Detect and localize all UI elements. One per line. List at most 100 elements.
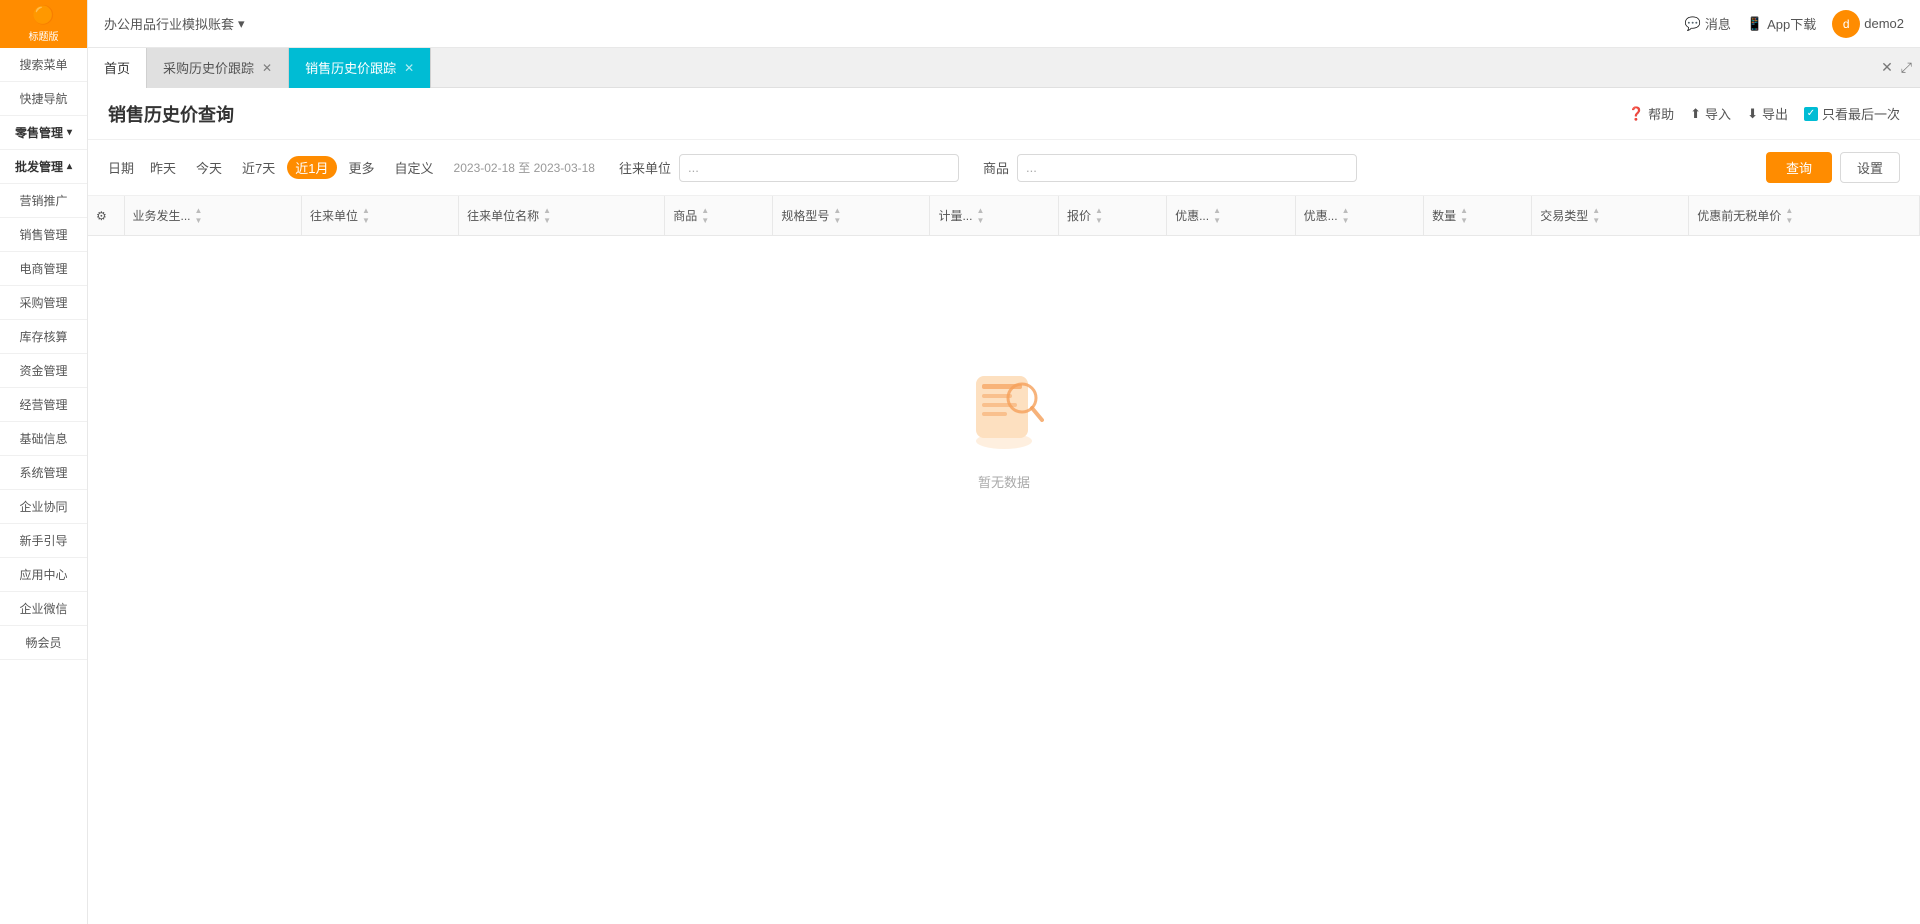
dropdown-icon: ▾ (238, 16, 245, 32)
tab-purchase-label: 采购历史价跟踪 (163, 58, 254, 77)
export-icon: ⬇ (1747, 106, 1758, 122)
customer-filter: 往来单位 ... (619, 154, 959, 182)
sidebar-item-basic-info[interactable]: 基础信息 (0, 422, 87, 456)
sidebar-item-wechat[interactable]: 企业微信 (0, 592, 87, 626)
sort-icon[interactable]: ▲▼ (1213, 206, 1221, 225)
sort-icon[interactable]: ▲▼ (195, 206, 203, 225)
tab-home-label: 首页 (104, 58, 130, 77)
col-pretax-price: 优惠前无税单价 ▲▼ (1689, 196, 1920, 236)
filter-row-1: 日期 昨天 今天 近7天 近1月 更多 自定义 2023-02-18 至 202… (108, 152, 1900, 183)
maximize-button[interactable]: ⤢ (1901, 59, 1912, 76)
header-left: 办公用品行业模拟账套 ▾ (104, 14, 245, 33)
sidebar-item-system[interactable]: 系统管理 (0, 456, 87, 490)
product-placeholder: ... (1026, 160, 1037, 175)
sidebar-item-collab[interactable]: 企业协同 (0, 490, 87, 524)
import-label: 导入 (1705, 104, 1731, 123)
help-button[interactable]: ❓ 帮助 (1628, 104, 1674, 123)
app-download-label: App下载 (1767, 14, 1816, 33)
main-area: 办公用品行业模拟账套 ▾ 💬 消息 📱 App下载 d demo2 首页 采购历… (88, 0, 1920, 924)
message-label: 消息 (1705, 14, 1731, 33)
last-only-label: 只看最后一次 (1822, 104, 1900, 123)
user-profile[interactable]: d demo2 (1832, 10, 1904, 38)
tab-home[interactable]: 首页 (88, 48, 147, 88)
date-option-custom[interactable]: 自定义 (387, 156, 442, 179)
logo-icon: 🟠 (32, 5, 54, 26)
sort-icon[interactable]: ▲▼ (833, 206, 841, 225)
app-logo[interactable]: 🟠 标题版 (0, 0, 87, 48)
sidebar-item-wholesale[interactable]: 批发管理 ▴ (0, 150, 87, 184)
account-name: 办公用品行业模拟账套 (104, 14, 234, 33)
sidebar-item-quick-nav[interactable]: 快捷导航 (0, 82, 87, 116)
sidebar-item-guide[interactable]: 新手引导 (0, 524, 87, 558)
sidebar-item-inventory[interactable]: 库存核算 (0, 320, 87, 354)
sidebar-item-finance[interactable]: 资金管理 (0, 354, 87, 388)
avatar: d (1832, 10, 1860, 38)
table-area: ⚙ 业务发生... ▲▼ 往来单位 ▲▼ (88, 196, 1920, 924)
sidebar: 🟠 标题版 搜索菜单 快捷导航 零售管理 ▾ 批发管理 ▴ 营销推广 销售管理 … (0, 0, 88, 924)
sidebar-item-retail[interactable]: 零售管理 ▾ (0, 116, 87, 150)
sidebar-item-operations[interactable]: 经营管理 (0, 388, 87, 422)
date-option-yesterday[interactable]: 昨天 (142, 156, 184, 179)
chevron-up-icon: ▴ (67, 161, 72, 172)
col-quantity: 数量 ▲▼ (1424, 196, 1532, 236)
tab-sales-close[interactable]: ✕ (404, 61, 414, 75)
tab-purchase[interactable]: 采购历史价跟踪 ✕ (147, 48, 289, 88)
page-content: 销售历史价查询 ❓ 帮助 ⬆ 导入 ⬇ 导出 ✓ 只看最后一次 (88, 88, 1920, 924)
sort-icon[interactable]: ▲▼ (1785, 206, 1793, 225)
sidebar-item-search[interactable]: 搜索菜单 (0, 48, 87, 82)
sort-icon[interactable]: ▲▼ (1460, 206, 1468, 225)
date-option-1month[interactable]: 近1月 (287, 156, 336, 179)
tab-purchase-close[interactable]: ✕ (262, 61, 272, 75)
username: demo2 (1864, 16, 1904, 31)
sidebar-item-sales-mgmt[interactable]: 销售管理 (0, 218, 87, 252)
sidebar-item-app-center[interactable]: 应用中心 (0, 558, 87, 592)
customer-input[interactable]: ... (679, 154, 959, 182)
col-customer-name: 往来单位名称 ▲▼ (459, 196, 665, 236)
tabs-right-actions: ✕ ⤢ (1881, 59, 1920, 76)
date-option-today[interactable]: 今天 (188, 156, 230, 179)
last-only-checkbox[interactable]: ✓ (1804, 107, 1818, 121)
product-filter: 商品 ... (983, 154, 1357, 182)
export-button[interactable]: ⬇ 导出 (1747, 104, 1788, 123)
date-filter: 日期 昨天 今天 近7天 近1月 更多 自定义 2023-02-18 至 202… (108, 156, 595, 179)
query-button[interactable]: 查询 (1766, 152, 1832, 183)
header-right: 💬 消息 📱 App下载 d demo2 (1685, 10, 1904, 38)
message-icon: 💬 (1685, 16, 1701, 32)
tab-sales[interactable]: 销售历史价跟踪 ✕ (289, 48, 431, 88)
sort-icon[interactable]: ▲▼ (1592, 206, 1600, 225)
account-selector[interactable]: 办公用品行业模拟账套 ▾ (104, 14, 245, 33)
sidebar-item-purchase-mgmt[interactable]: 采购管理 (0, 286, 87, 320)
sidebar-item-vip[interactable]: 畅会员 (0, 626, 87, 660)
chevron-down-icon: ▾ (67, 127, 72, 138)
import-button[interactable]: ⬆ 导入 (1690, 104, 1731, 123)
app-download-button[interactable]: 📱 App下载 (1747, 14, 1816, 33)
sort-icon[interactable]: ▲▼ (362, 206, 370, 225)
sort-icon[interactable]: ▲▼ (1095, 206, 1103, 225)
customer-placeholder: ... (688, 160, 699, 175)
col-settings[interactable]: ⚙ (88, 196, 124, 236)
sort-icon[interactable]: ▲▼ (1342, 206, 1350, 225)
date-option-more[interactable]: 更多 (341, 156, 383, 179)
page-title-bar: 销售历史价查询 ❓ 帮助 ⬆ 导入 ⬇ 导出 ✓ 只看最后一次 (88, 88, 1920, 140)
sidebar-menu: 搜索菜单 快捷导航 零售管理 ▾ 批发管理 ▴ 营销推广 销售管理 电商管理 采… (0, 48, 87, 924)
sort-icon[interactable]: ▲▼ (701, 206, 709, 225)
close-tab-button[interactable]: ✕ (1881, 59, 1893, 76)
help-icon: ❓ (1628, 106, 1644, 122)
page-title: 销售历史价查询 (108, 101, 234, 127)
data-table: ⚙ 业务发生... ▲▼ 往来单位 ▲▼ (88, 196, 1920, 236)
last-only-checkbox-wrapper[interactable]: ✓ 只看最后一次 (1804, 104, 1900, 123)
import-icon: ⬆ (1690, 106, 1701, 122)
sort-icon[interactable]: ▲▼ (543, 206, 551, 225)
title-actions: ❓ 帮助 ⬆ 导入 ⬇ 导出 ✓ 只看最后一次 (1628, 104, 1900, 123)
date-option-7days[interactable]: 近7天 (234, 156, 283, 179)
product-input[interactable]: ... (1017, 154, 1357, 182)
empty-illustration (954, 356, 1054, 456)
empty-state: 暂无数据 (88, 236, 1920, 611)
sort-icon[interactable]: ▲▼ (976, 206, 984, 225)
settings-button[interactable]: 设置 (1840, 152, 1900, 183)
sidebar-item-ecommerce[interactable]: 电商管理 (0, 252, 87, 286)
message-button[interactable]: 💬 消息 (1685, 14, 1731, 33)
sidebar-item-marketing[interactable]: 营销推广 (0, 184, 87, 218)
col-quote: 报价 ▲▼ (1058, 196, 1166, 236)
phone-icon: 📱 (1747, 16, 1763, 32)
